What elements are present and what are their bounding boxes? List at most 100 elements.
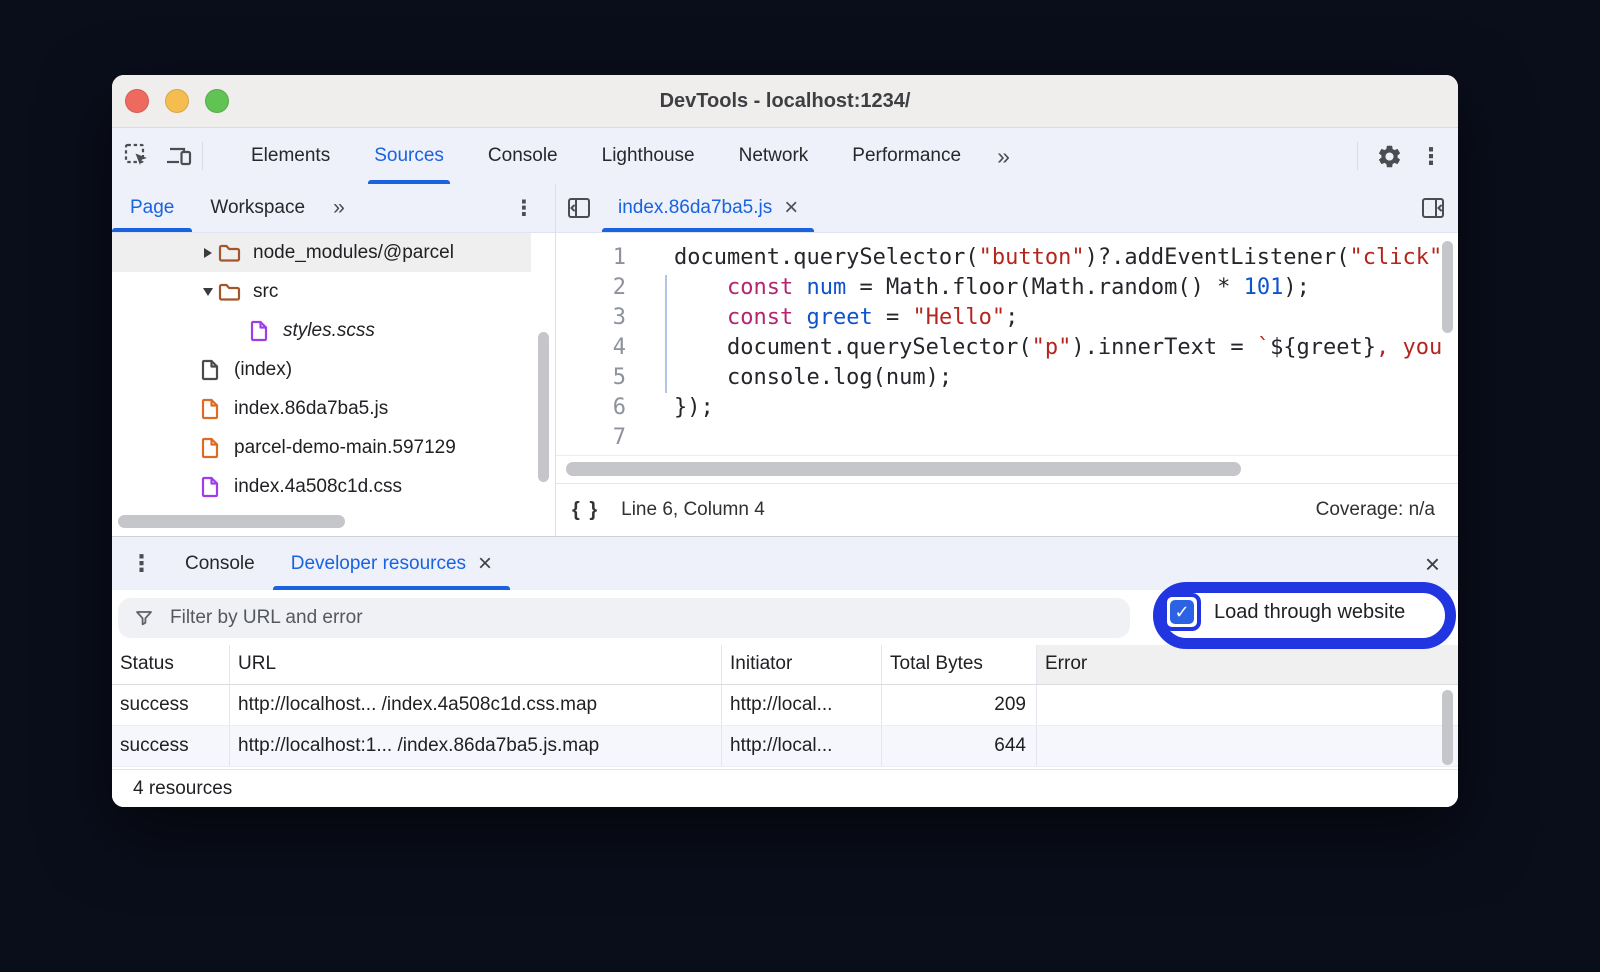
toggle-right-sidebar-icon[interactable] <box>1416 191 1450 225</box>
editor-vertical-scrollbar[interactable] <box>1442 241 1453 333</box>
cell-total-bytes: 209 <box>882 685 1037 725</box>
code-editor[interactable]: 1document.querySelector("button")?.addEv… <box>556 233 1458 455</box>
close-tab-icon[interactable]: × <box>784 196 798 220</box>
sources-panel: Page Workspace » ⋮ node_modules/@p <box>112 184 1458 536</box>
tab-performance[interactable]: Performance <box>832 128 981 184</box>
more-panels-icon[interactable]: » <box>985 143 1020 170</box>
tab-sources[interactable]: Sources <box>354 128 464 184</box>
drawer-tab-developer-resources[interactable]: Developer resources × <box>273 537 510 590</box>
code-text[interactable]: console.log(num); <box>631 363 952 393</box>
close-drawer-icon[interactable]: × <box>1425 551 1440 577</box>
filter-input-container <box>118 598 1130 638</box>
navigator-sidebar: Page Workspace » ⋮ node_modules/@p <box>112 184 556 536</box>
drawer-tab-console[interactable]: Console <box>167 537 273 590</box>
cell-url: http://localhost:1... /index.86da7ba5.js… <box>230 726 722 766</box>
col-total-bytes[interactable]: Total Bytes <box>882 645 1037 684</box>
resources-summary: 4 resources <box>112 769 1458 807</box>
tab-console[interactable]: Console <box>468 128 578 184</box>
table-row[interactable]: success http://localhost:1... /index.86d… <box>112 726 1458 767</box>
disclosure-collapsed-icon[interactable] <box>198 248 217 258</box>
main-toolbar: Elements Sources Console Lighthouse Netw… <box>112 128 1458 184</box>
toolbar-divider <box>202 142 203 170</box>
line-number[interactable]: 5 <box>556 363 631 393</box>
col-initiator[interactable]: Initiator <box>722 645 882 684</box>
code-text[interactable] <box>631 423 674 453</box>
css-file-icon <box>198 475 222 499</box>
scss-file-icon <box>247 319 271 343</box>
tree-item-index[interactable]: (index) <box>112 350 531 389</box>
tab-elements[interactable]: Elements <box>231 128 350 184</box>
drawer: ⋮ Console Developer resources × × ✓ Load… <box>112 536 1458 807</box>
editor-tab-index-js[interactable]: index.86da7ba5.js × <box>602 184 814 232</box>
col-error[interactable]: Error <box>1037 645 1458 684</box>
load-through-website-checkbox[interactable]: ✓ <box>1170 600 1194 624</box>
col-url[interactable]: URL <box>230 645 722 684</box>
js-file-icon <box>198 397 222 421</box>
panel-tabs: Elements Sources Console Lighthouse Netw… <box>231 128 1020 184</box>
editor-tab-bar: index.86da7ba5.js × <box>556 184 1458 233</box>
line-number[interactable]: 7 <box>556 423 631 453</box>
coverage-status: Coverage: n/a <box>1316 499 1435 521</box>
code-text[interactable]: document.querySelector("button")?.addEve… <box>631 243 1455 273</box>
line-number[interactable]: 3 <box>556 303 631 333</box>
device-toolbar-icon[interactable] <box>162 139 196 173</box>
cell-error <box>1037 726 1458 766</box>
customize-devtools-kebab-icon[interactable]: ⋮ <box>1414 139 1448 173</box>
toolbar-divider-right <box>1357 142 1358 170</box>
settings-gear-icon[interactable] <box>1372 139 1406 173</box>
tab-page[interactable]: Page <box>112 184 192 232</box>
cell-status: success <box>112 726 230 766</box>
close-drawer-tab-icon[interactable]: × <box>478 552 492 576</box>
inspect-element-icon[interactable] <box>120 139 154 173</box>
code-text[interactable]: const num = Math.floor(Math.random() * 1… <box>631 273 1310 303</box>
table-row[interactable]: success http://localhost... /index.4a508… <box>112 685 1458 726</box>
cell-initiator: http://local... <box>722 726 882 766</box>
col-status[interactable]: Status <box>112 645 230 684</box>
line-number[interactable]: 2 <box>556 273 631 303</box>
cell-error <box>1037 685 1458 725</box>
sidebar-vertical-scrollbar[interactable] <box>538 332 549 482</box>
folder-icon <box>217 280 241 304</box>
line-number[interactable]: 6 <box>556 393 631 423</box>
cell-total-bytes: 644 <box>882 726 1037 766</box>
js-file-icon <box>198 436 222 460</box>
cursor-position: Line 6, Column 4 <box>621 499 765 521</box>
filter-input[interactable] <box>168 606 1130 630</box>
hide-navigator-icon[interactable] <box>562 191 596 225</box>
tree-item-styles-scss[interactable]: styles.scss <box>112 311 531 350</box>
tree-item-index-css[interactable]: index.4a508c1d.css <box>112 467 531 506</box>
tree-item-node-modules[interactable]: node_modules/@parcel <box>112 233 531 272</box>
code-line: 6}); <box>556 393 1458 423</box>
disclosure-expanded-icon[interactable] <box>198 288 217 296</box>
tab-workspace[interactable]: Workspace <box>192 184 323 232</box>
code-text[interactable]: document.querySelector("p").innerText = … <box>631 333 1442 363</box>
more-navigator-tabs-icon[interactable]: » <box>323 196 353 220</box>
line-number[interactable]: 4 <box>556 333 631 363</box>
line-number[interactable]: 1 <box>556 243 631 273</box>
tab-lighthouse[interactable]: Lighthouse <box>582 128 715 184</box>
tab-network[interactable]: Network <box>719 128 829 184</box>
devtools-window: DevTools - localhost:1234/ Elements Sour… <box>112 75 1458 807</box>
tree-item-index-js[interactable]: index.86da7ba5.js <box>112 389 531 428</box>
pretty-print-braces-icon[interactable]: { } <box>572 499 599 522</box>
tree-item-parcel-demo-main-js[interactable]: parcel-demo-main.597129 <box>112 428 531 467</box>
sidebar-horizontal-scrollbar[interactable] <box>118 515 345 528</box>
navigator-kebab-icon[interactable]: ⋮ <box>507 191 541 225</box>
filter-funnel-icon <box>134 608 154 628</box>
cell-initiator: http://local... <box>722 685 882 725</box>
editor-pane: index.86da7ba5.js × 1document.querySelec… <box>556 184 1458 536</box>
check-icon: ✓ <box>1174 602 1189 623</box>
file-tree: node_modules/@parcel src <box>112 233 555 536</box>
indent-guide <box>665 275 667 393</box>
code-text[interactable]: }); <box>631 393 714 423</box>
table-vertical-scrollbar[interactable] <box>1442 690 1453 765</box>
code-line: 2 const num = Math.floor(Math.random() *… <box>556 273 1458 303</box>
code-line: 1document.querySelector("button")?.addEv… <box>556 243 1458 273</box>
code-lines: 1document.querySelector("button")?.addEv… <box>556 233 1458 453</box>
document-file-icon <box>198 358 222 382</box>
code-text[interactable]: const greet = "Hello"; <box>631 303 1018 333</box>
drawer-kebab-icon[interactable]: ⋮ <box>130 552 153 575</box>
tree-item-src[interactable]: src <box>112 272 531 311</box>
editor-horizontal-scrollbar[interactable] <box>566 462 1241 476</box>
checkbox-focus-ring: ✓ <box>1163 593 1201 631</box>
